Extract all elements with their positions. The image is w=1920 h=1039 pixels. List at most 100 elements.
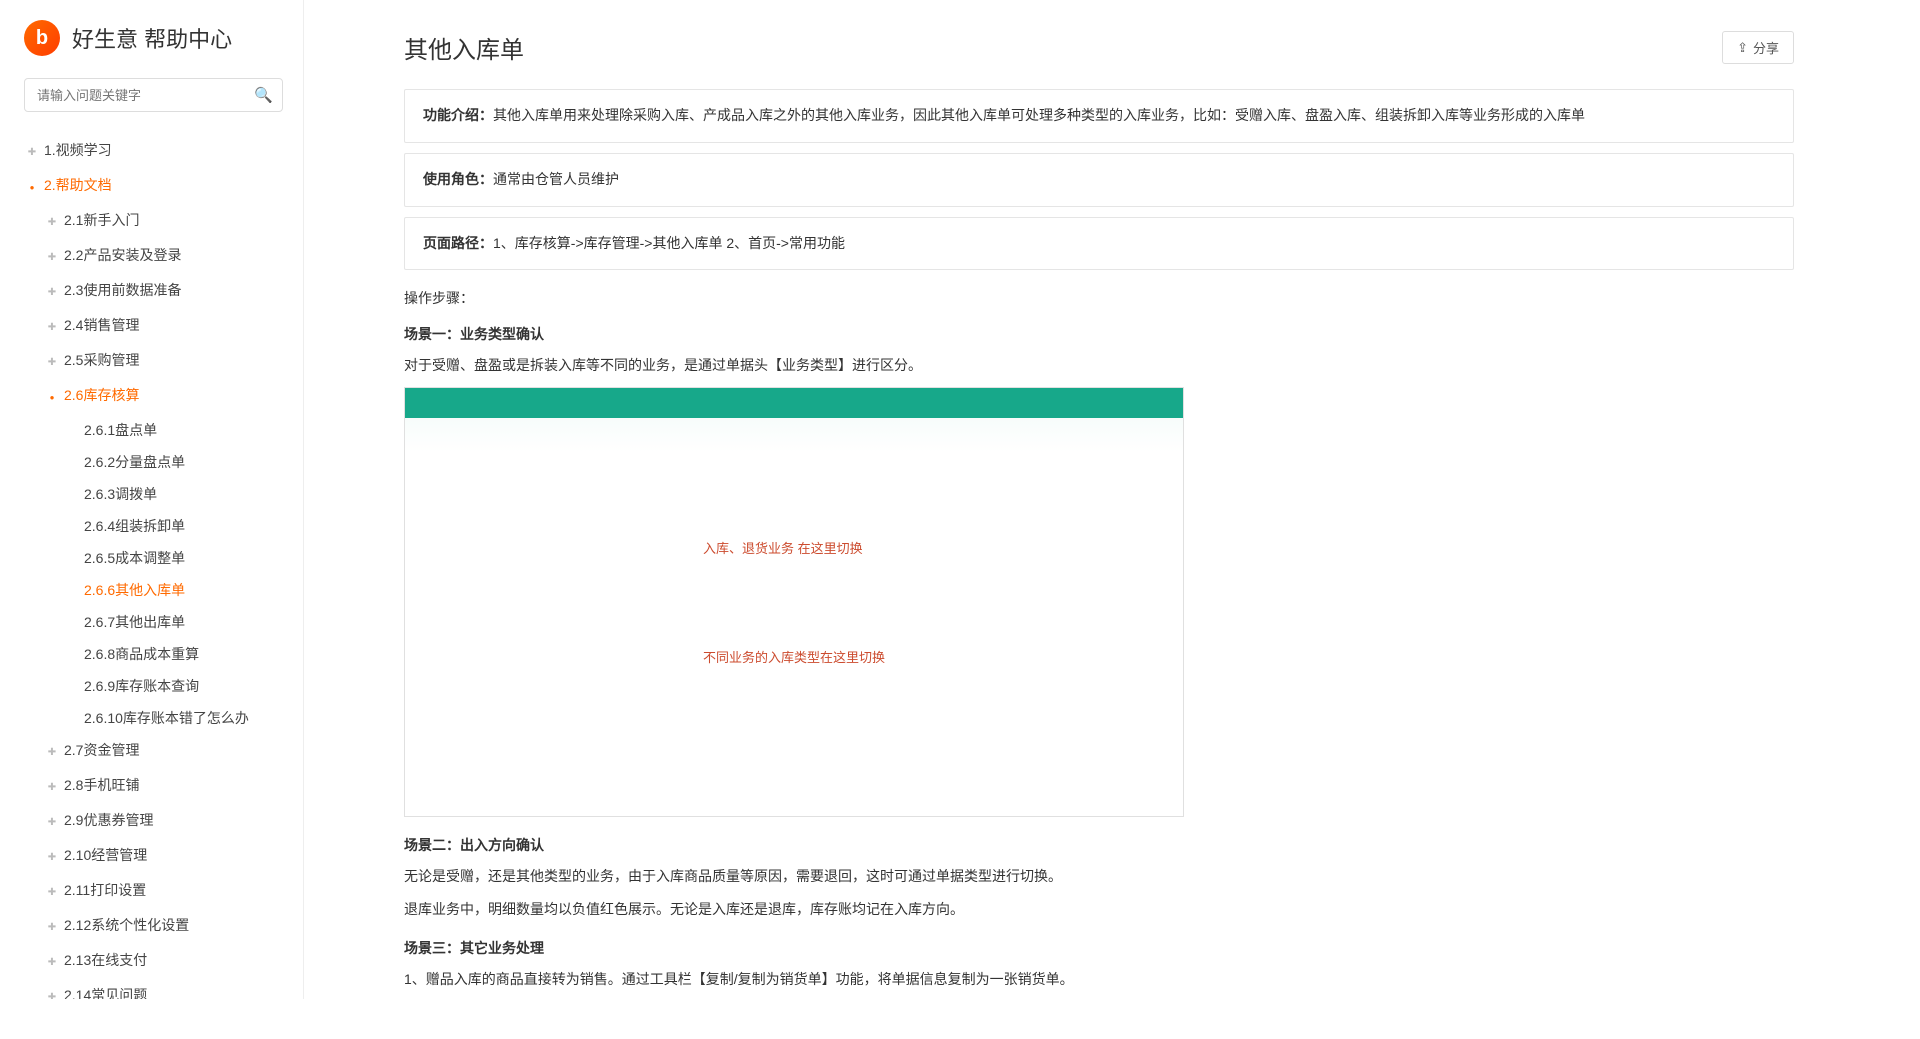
nav-link[interactable]: 2.9优惠券管理 xyxy=(64,812,153,828)
nav-link[interactable]: 2.4销售管理 xyxy=(64,317,139,333)
expand-icon[interactable]: ✚ xyxy=(24,137,40,169)
sidebar: b 好生意 帮助中心 🔍 ✚1.视频学习●2.帮助文档✚2.1新手入门✚2.2产… xyxy=(0,0,304,999)
nav-link[interactable]: 2.8手机旺铺 xyxy=(64,777,139,793)
expand-icon[interactable]: ✚ xyxy=(44,772,60,804)
logo-row: b 好生意 帮助中心 xyxy=(24,20,283,56)
nav-item: 2.6.1盘点单 xyxy=(24,414,283,446)
nav-tree: ✚1.视频学习●2.帮助文档✚2.1新手入门✚2.2产品安装及登录✚2.3使用前… xyxy=(24,134,283,999)
expand-icon[interactable]: ✚ xyxy=(44,912,60,944)
role-label: 使用角色： xyxy=(423,171,493,187)
nav-link[interactable]: 2.5采购管理 xyxy=(64,352,139,368)
nav-item: ●2.6库存核算 xyxy=(24,379,283,414)
expand-icon[interactable]: ✚ xyxy=(44,347,60,379)
role-text: 通常由仓管人员维护 xyxy=(493,171,619,187)
scene3-text1: 1、赠品入库的商品直接转为销售。通过工具栏【复制/复制为销货单】功能，将单据信息… xyxy=(404,966,1794,993)
expand-icon[interactable]: ✚ xyxy=(44,947,60,979)
nav-item: 2.6.9库存账本查询 xyxy=(24,670,283,702)
nav-item: ✚2.11打印设置 xyxy=(24,874,283,909)
nav-link[interactable]: 2.6.8商品成本重算 xyxy=(84,646,199,662)
main-content: 其他入库单 ⇪ 分享 功能介绍：其他入库单用来处理除采购入库、产成品入库之外的其… xyxy=(304,0,1844,1039)
nav-item: ✚2.9优惠券管理 xyxy=(24,804,283,839)
steps-label: 操作步骤： xyxy=(404,288,1794,308)
intro-label: 功能介绍： xyxy=(423,107,493,123)
nav-item: 2.6.3调拨单 xyxy=(24,478,283,510)
nav-link[interactable]: 2.6.10库存账本错了怎么办 xyxy=(84,710,249,726)
nav-link[interactable]: 2.6.6其他入库单 xyxy=(84,582,185,598)
collapse-icon[interactable]: ● xyxy=(44,382,60,414)
expand-icon[interactable]: ✚ xyxy=(44,842,60,874)
share-icon: ⇪ xyxy=(1737,40,1748,56)
nav-link[interactable]: 2.2产品安装及登录 xyxy=(64,247,181,263)
nav-item: ✚2.1新手入门 xyxy=(24,204,283,239)
nav-item: ✚2.13在线支付 xyxy=(24,944,283,979)
nav-link[interactable]: 2.11打印设置 xyxy=(64,882,146,898)
scene3-title: 场景三：其它业务处理 xyxy=(404,938,1794,958)
nav-item: ✚2.5采购管理 xyxy=(24,344,283,379)
expand-icon[interactable]: ✚ xyxy=(44,277,60,309)
intro-box: 功能介绍：其他入库单用来处理除采购入库、产成品入库之外的其他入库业务，因此其他入… xyxy=(404,89,1794,143)
nav-item: 2.6.10库存账本错了怎么办 xyxy=(24,702,283,734)
path-label: 页面路径： xyxy=(423,235,493,251)
nav-link[interactable]: 2.13在线支付 xyxy=(64,952,147,968)
expand-icon[interactable]: ✚ xyxy=(44,242,60,274)
expand-icon[interactable]: ✚ xyxy=(44,807,60,839)
nav-item: ✚2.4销售管理 xyxy=(24,309,283,344)
page-title: 其他入库单 xyxy=(404,30,524,65)
intro-text: 其他入库单用来处理除采购入库、产成品入库之外的其他入库业务，因此其他入库单可处理… xyxy=(493,107,1585,123)
nav-link[interactable]: 2.7资金管理 xyxy=(64,742,139,758)
nav-item: 2.6.5成本调整单 xyxy=(24,542,283,574)
nav-item: 2.6.6其他入库单 xyxy=(24,574,283,606)
nav-link[interactable]: 2.12系统个性化设置 xyxy=(64,917,189,933)
share-button[interactable]: ⇪ 分享 xyxy=(1722,31,1794,64)
expand-icon[interactable]: ✚ xyxy=(44,982,60,999)
nav-link[interactable]: 2.6.3调拨单 xyxy=(84,486,157,502)
nav-item: 2.6.8商品成本重算 xyxy=(24,638,283,670)
annotation-1: 入库、退货业务 在这里切换 xyxy=(703,538,885,557)
nav-link[interactable]: 2.6.1盘点单 xyxy=(84,422,157,438)
nav-item: ✚2.10经营管理 xyxy=(24,839,283,874)
expand-icon[interactable]: ✚ xyxy=(44,312,60,344)
path-box: 页面路径：1、库存核算->库存管理->其他入库单 2、首页->常用功能 xyxy=(404,217,1794,271)
title-row: 其他入库单 ⇪ 分享 xyxy=(404,30,1794,65)
expand-icon[interactable]: ✚ xyxy=(44,737,60,769)
nav-link[interactable]: 2.6.4组装拆卸单 xyxy=(84,518,185,534)
nav-item: ✚2.2产品安装及登录 xyxy=(24,239,283,274)
nav-item: ✚2.12系统个性化设置 xyxy=(24,909,283,944)
scene2-text1: 无论是受赠，还是其他类型的业务，由于入库商品质量等原因，需要退回，这时可通过单据… xyxy=(404,863,1794,890)
nav-link[interactable]: 2.1新手入门 xyxy=(64,212,139,228)
scene2-text2: 退库业务中，明细数量均以负值红色展示。无论是入库还是退库，库存账均记在入库方向。 xyxy=(404,896,1794,923)
share-label: 分享 xyxy=(1753,38,1779,57)
logo-icon: b xyxy=(24,20,60,56)
site-title: 好生意 帮助中心 xyxy=(72,22,232,54)
nav-link[interactable]: 2.3使用前数据准备 xyxy=(64,282,181,298)
nav-link[interactable]: 1.视频学习 xyxy=(44,142,112,158)
expand-icon[interactable]: ✚ xyxy=(44,207,60,239)
scene1-text: 对于受赠、盘盈或是拆装入库等不同的业务，是通过单据头【业务类型】进行区分。 xyxy=(404,352,1794,379)
search-input[interactable] xyxy=(24,78,283,112)
embedded-screenshot: 入库、退货业务 在这里切换 不同业务的入库类型在这里切换 xyxy=(404,387,1184,817)
search-icon[interactable]: 🔍 xyxy=(254,86,273,104)
nav-link[interactable]: 2.10经营管理 xyxy=(64,847,147,863)
nav-item: ✚1.视频学习 xyxy=(24,134,283,169)
nav-item: 2.6.4组装拆卸单 xyxy=(24,510,283,542)
nav-link[interactable]: 2.6.5成本调整单 xyxy=(84,550,185,566)
nav-link[interactable]: 2.6.2分量盘点单 xyxy=(84,454,185,470)
nav-link[interactable]: 2.帮助文档 xyxy=(44,177,112,193)
nav-item: ●2.帮助文档 xyxy=(24,169,283,204)
scene1-title: 场景一：业务类型确认 xyxy=(404,324,1794,344)
nav-link[interactable]: 2.14常见问题 xyxy=(64,987,147,999)
nav-item: ✚2.8手机旺铺 xyxy=(24,769,283,804)
nav-item: ✚2.3使用前数据准备 xyxy=(24,274,283,309)
expand-icon[interactable]: ✚ xyxy=(44,877,60,909)
role-box: 使用角色：通常由仓管人员维护 xyxy=(404,153,1794,207)
nav-link[interactable]: 2.6库存核算 xyxy=(64,387,139,403)
nav-link[interactable]: 2.6.9库存账本查询 xyxy=(84,678,199,694)
nav-item: ✚2.7资金管理 xyxy=(24,734,283,769)
nav-link[interactable]: 2.6.7其他出库单 xyxy=(84,614,185,630)
annotation-2: 不同业务的入库类型在这里切换 xyxy=(703,647,885,666)
search-wrap: 🔍 xyxy=(24,78,283,112)
nav-item: 2.6.7其他出库单 xyxy=(24,606,283,638)
path-text: 1、库存核算->库存管理->其他入库单 2、首页->常用功能 xyxy=(493,235,845,251)
scene2-title: 场景二：出入方向确认 xyxy=(404,835,1794,855)
collapse-icon[interactable]: ● xyxy=(24,172,40,204)
